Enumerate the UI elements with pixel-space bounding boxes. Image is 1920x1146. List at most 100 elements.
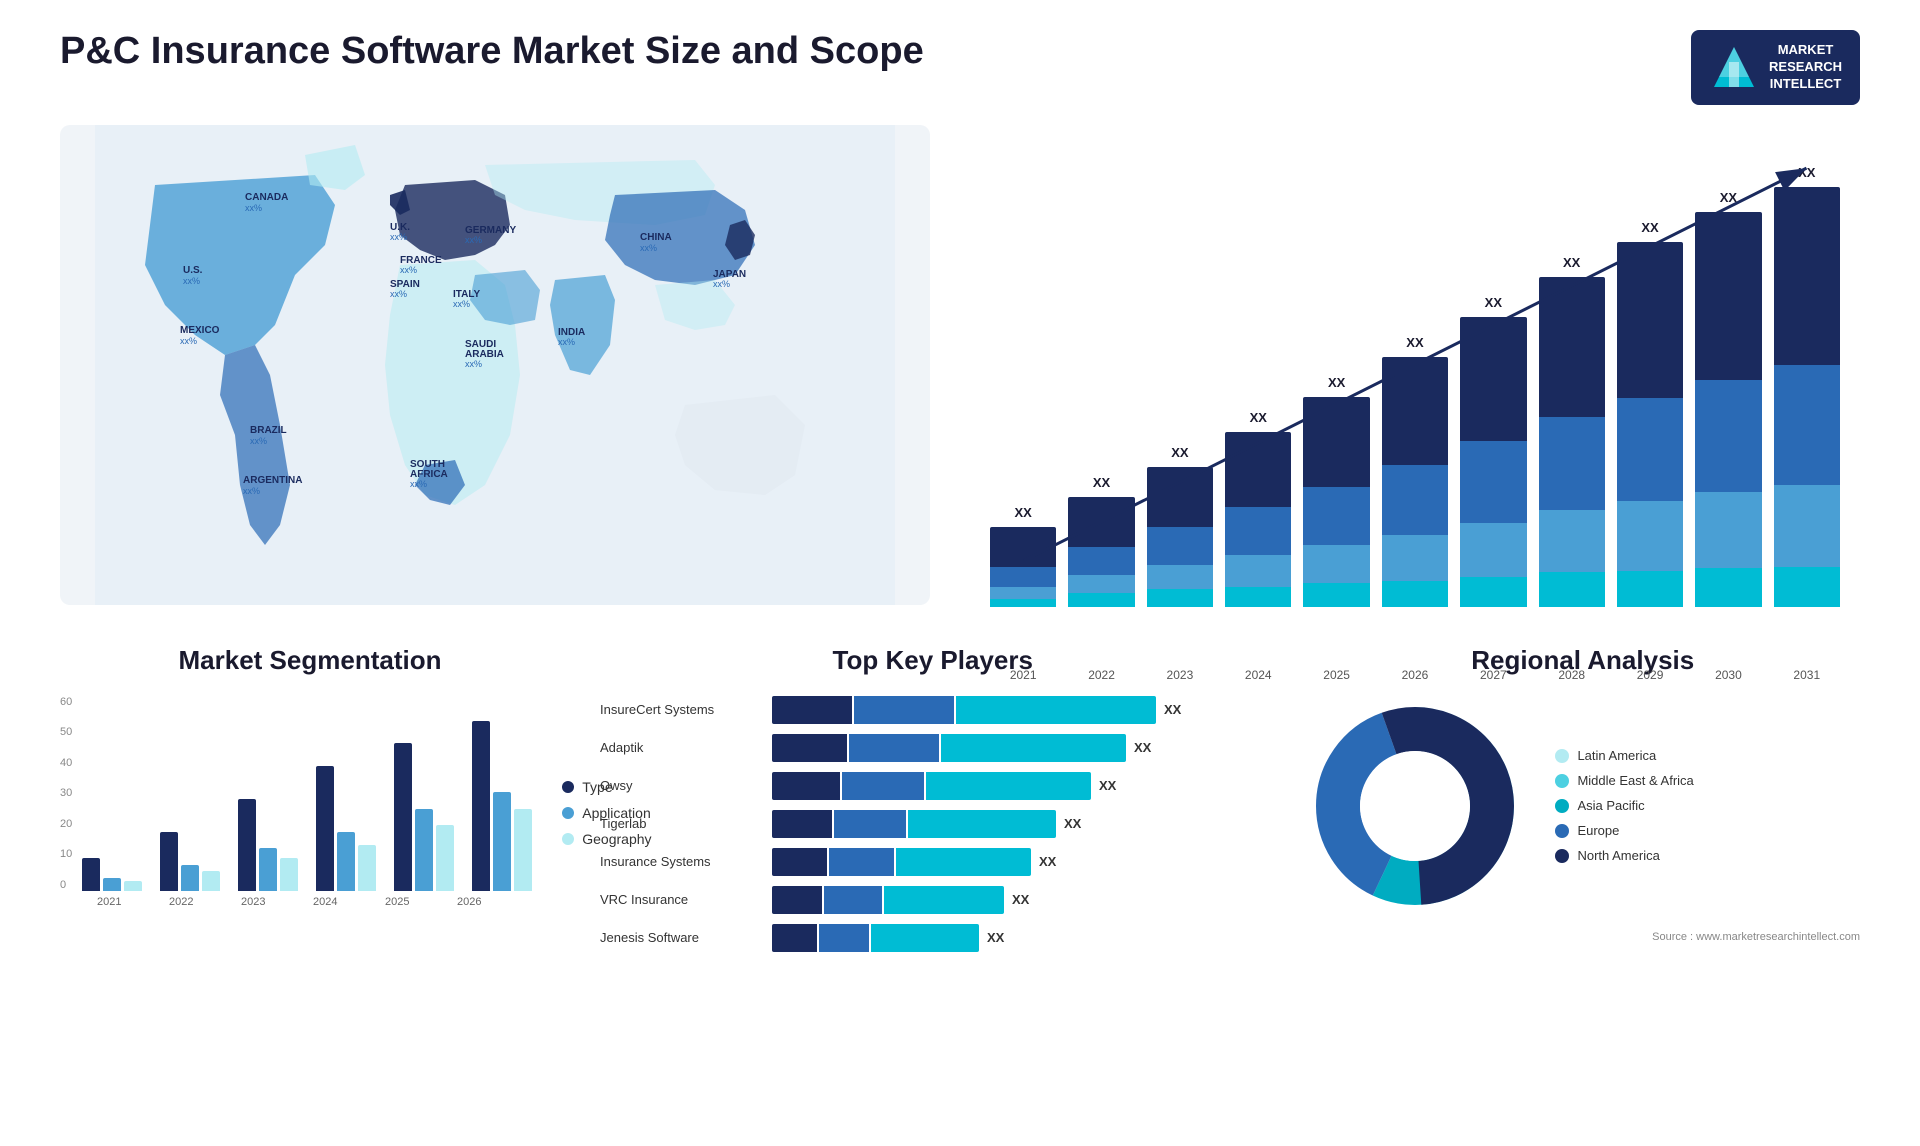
logo-icon	[1709, 42, 1759, 92]
svg-text:xx%: xx%	[250, 436, 267, 446]
bar-group-2023: XX	[1147, 165, 1213, 607]
world-map-svg: CANADA xx% U.S. xx% MEXICO xx% BRAZIL xx…	[60, 125, 930, 605]
regional-container: Regional Analysis Latin	[1305, 645, 1860, 952]
y-label-60: 60	[60, 696, 72, 708]
legend-europe-label: Europe	[1577, 823, 1619, 838]
bar-group-2028: XX	[1539, 165, 1605, 607]
year-2027: 2027	[1480, 668, 1507, 682]
seg-y-axis: 60 50 40 30 20 10 0	[60, 696, 72, 916]
donut-wrapper: Latin America Middle East & Africa Asia …	[1305, 696, 1860, 916]
svg-text:BRAZIL: BRAZIL	[250, 425, 287, 436]
player-name-vrc: VRC Insurance	[600, 892, 760, 907]
bar-group-2022: XX	[1068, 165, 1134, 607]
player-bar-jenesis: XX	[772, 924, 1265, 952]
svg-text:xx%: xx%	[713, 279, 730, 289]
player-name-insurecert: InsureCert Systems	[600, 702, 760, 717]
bar-chart-years: 2021 2022 2023 2024 2025 2026 2027 2028 …	[980, 657, 1850, 682]
year-2030: 2030	[1715, 668, 1742, 682]
player-row-vrc: VRC Insurance XX	[600, 886, 1265, 914]
player-bar-insurecert: XX	[772, 696, 1265, 724]
legend-latin-label: Latin America	[1577, 748, 1656, 763]
players-list: InsureCert Systems XX Adaptik	[600, 696, 1265, 952]
svg-text:xx%: xx%	[180, 336, 197, 346]
svg-text:MEXICO: MEXICO	[180, 325, 220, 336]
player-bar-owsy: XX	[772, 772, 1265, 800]
player-row-jenesis: Jenesis Software XX	[600, 924, 1265, 952]
legend-mea-dot	[1555, 774, 1569, 788]
seg-x-2023: 2023	[226, 896, 280, 908]
y-label-20: 20	[60, 818, 72, 830]
map-container: CANADA xx% U.S. xx% MEXICO xx% BRAZIL xx…	[60, 125, 930, 605]
legend-apac-label: Asia Pacific	[1577, 798, 1644, 813]
seg-bar-2022	[160, 832, 220, 891]
source-text: Source : www.marketresearchintellect.com	[1305, 931, 1860, 943]
legend-geography-dot	[562, 833, 574, 845]
bar-chart-container: XX XX	[970, 125, 1860, 605]
seg-bar-2026	[472, 721, 532, 891]
bar-label-2025: XX	[1328, 375, 1345, 390]
bar-group-2024: XX	[1225, 165, 1291, 607]
donut-chart	[1305, 696, 1525, 916]
legend-latin-dot	[1555, 749, 1569, 763]
bar-stack-2021	[990, 527, 1056, 607]
segmentation-container: Market Segmentation 60 50 40 30 20 10 0	[60, 645, 560, 952]
svg-text:xx%: xx%	[243, 486, 260, 496]
year-2029: 2029	[1637, 668, 1664, 682]
svg-text:xx%: xx%	[453, 299, 470, 309]
bar-group-2030: XX	[1695, 165, 1761, 607]
y-label-0: 0	[60, 879, 72, 891]
bar-label-2022: XX	[1093, 475, 1110, 490]
legend-latin-america: Latin America	[1555, 748, 1693, 763]
legend-europe-dot	[1555, 824, 1569, 838]
player-row-insurance-systems: Insurance Systems XX	[600, 848, 1265, 876]
bar-label-2027: XX	[1485, 295, 1502, 310]
bottom-section: Market Segmentation 60 50 40 30 20 10 0	[60, 645, 1860, 952]
year-2025: 2025	[1323, 668, 1350, 682]
seg-x-2022: 2022	[154, 896, 208, 908]
segmentation-title: Market Segmentation	[60, 645, 560, 676]
legend-asia-pacific: Asia Pacific	[1555, 798, 1693, 813]
player-name-insurance-systems: Insurance Systems	[600, 854, 760, 869]
bar-group-2025: XX	[1303, 165, 1369, 607]
year-2021: 2021	[1010, 668, 1037, 682]
player-name-jenesis: Jenesis Software	[600, 930, 760, 945]
bar-label-2029: XX	[1641, 220, 1658, 235]
svg-text:xx%: xx%	[400, 265, 417, 275]
player-row-insurecert: InsureCert Systems XX	[600, 696, 1265, 724]
players-container: Top Key Players InsureCert Systems XX	[600, 645, 1265, 952]
svg-text:xx%: xx%	[465, 235, 482, 245]
header: P&C Insurance Software Market Size and S…	[60, 30, 1860, 105]
year-2024: 2024	[1245, 668, 1272, 682]
bar-label-2021: XX	[1015, 505, 1032, 520]
seg-x-2026: 2026	[442, 896, 496, 908]
player-name-tigerlab: Tigerlab	[600, 816, 760, 831]
player-value-owsy: XX	[1099, 778, 1116, 793]
legend-europe: Europe	[1555, 823, 1693, 838]
player-value-insurecert: XX	[1164, 702, 1181, 717]
year-2023: 2023	[1167, 668, 1194, 682]
svg-text:U.S.: U.S.	[183, 265, 203, 276]
regional-legend: Latin America Middle East & Africa Asia …	[1555, 748, 1693, 863]
legend-type-dot	[562, 781, 574, 793]
seg-x-2024: 2024	[298, 896, 352, 908]
player-value-vrc: XX	[1012, 892, 1029, 907]
y-label-30: 30	[60, 787, 72, 799]
year-2031: 2031	[1793, 668, 1820, 682]
legend-middle-east: Middle East & Africa	[1555, 773, 1693, 788]
seg-x-2025: 2025	[370, 896, 424, 908]
player-bar-adaptik: XX	[772, 734, 1265, 762]
bar-group-2029: XX	[1617, 165, 1683, 607]
legend-mea-label: Middle East & Africa	[1577, 773, 1693, 788]
seg-bar-2025	[394, 743, 454, 891]
player-value-tigerlab: XX	[1064, 816, 1081, 831]
legend-north-america: North America	[1555, 848, 1693, 863]
top-section: CANADA xx% U.S. xx% MEXICO xx% BRAZIL xx…	[60, 125, 1860, 605]
svg-text:xx%: xx%	[410, 479, 427, 489]
svg-text:xx%: xx%	[390, 289, 407, 299]
bar-group-2026: XX	[1382, 165, 1448, 607]
seg-x-2021: 2021	[82, 896, 136, 908]
year-2022: 2022	[1088, 668, 1115, 682]
y-label-10: 10	[60, 848, 72, 860]
bar-label-2030: XX	[1720, 190, 1737, 205]
svg-text:xx%: xx%	[640, 243, 657, 253]
